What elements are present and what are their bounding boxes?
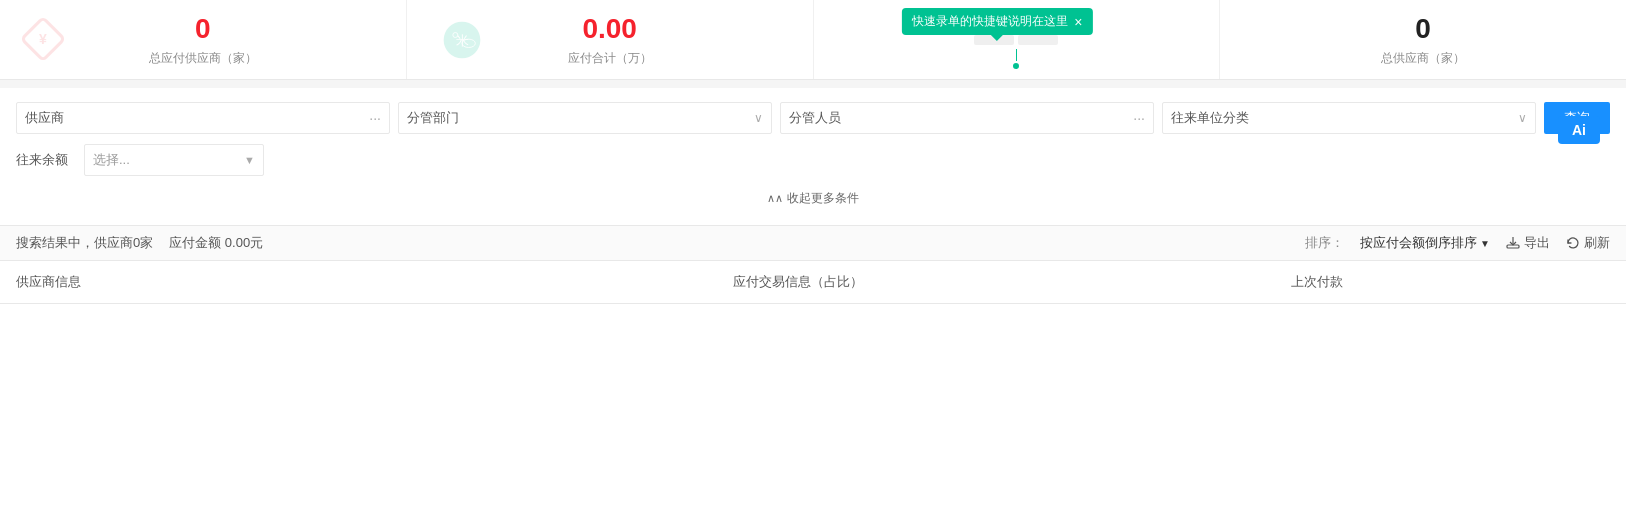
supplier-label: 供应商 bbox=[25, 109, 64, 127]
diamond-icon: ¥ bbox=[20, 16, 68, 64]
supplier-input[interactable] bbox=[72, 111, 369, 126]
export-label: 导出 bbox=[1524, 234, 1550, 252]
stat-payable-total: 米 0.00 应付合计（万） bbox=[407, 0, 814, 79]
balance-arrow-icon: ▼ bbox=[244, 154, 255, 166]
svg-text:米: 米 bbox=[455, 33, 468, 48]
piggy-icon: 米 bbox=[437, 15, 487, 65]
sort-label: 排序： bbox=[1305, 234, 1344, 252]
balance-select[interactable]: 选择... ▼ bbox=[84, 144, 264, 176]
department-input[interactable] bbox=[467, 111, 754, 126]
collapse-section: ∧∧ 收起更多条件 bbox=[16, 180, 1610, 225]
tooltip-bubble: 快速录单的快捷键说明在这里 × bbox=[902, 8, 1092, 35]
results-actions: 排序： 按应付会额倒序排序 ▼ 导出 刷新 bbox=[1305, 234, 1610, 252]
supplier-dots-icon[interactable]: ··· bbox=[369, 110, 381, 126]
export-icon bbox=[1506, 236, 1520, 250]
stat-total-suppliers-label: 总供应商（家） bbox=[1381, 50, 1465, 67]
stat-total-suppliers-number: 0 bbox=[1415, 12, 1431, 46]
export-button[interactable]: 导出 bbox=[1506, 234, 1550, 252]
unit-category-label: 往来单位分类 bbox=[1171, 109, 1249, 127]
tooltip-text: 快速录单的快捷键说明在这里 bbox=[912, 13, 1068, 30]
sort-arrow-icon: ▼ bbox=[1480, 238, 1490, 249]
stats-bar: ¥ 0 总应付供应商（家） 米 0.00 应付合计（万） 快速录单的快捷键说明在… bbox=[0, 0, 1626, 80]
table-col-last-payment: 上次付款 bbox=[1291, 273, 1610, 291]
balance-label: 往来余额 bbox=[16, 151, 68, 169]
stat-placeholder: 快速录单的快捷键说明在这里 × bbox=[814, 0, 1221, 79]
results-bar: 搜索结果中，供应商0家 应付金额 0.00元 排序： 按应付会额倒序排序 ▼ 导… bbox=[0, 226, 1626, 261]
table-col-payable-info: 应付交易信息（占比） bbox=[733, 273, 1291, 291]
payable-amount: 应付金额 0.00元 bbox=[169, 234, 263, 252]
unit-category-arrow-icon[interactable]: ∨ bbox=[1518, 111, 1527, 125]
stat-payable-suppliers-label: 总应付供应商（家） bbox=[149, 50, 257, 67]
stat-payable-total-number: 0.00 bbox=[582, 12, 637, 46]
stat-payable-total-label: 应付合计（万） bbox=[568, 50, 652, 67]
sort-select[interactable]: 按应付会额倒序排序 ▼ bbox=[1360, 234, 1490, 252]
table-header: 供应商信息 应付交易信息（占比） 上次付款 bbox=[0, 261, 1626, 304]
collapse-label: 收起更多条件 bbox=[787, 190, 859, 207]
collapse-button[interactable]: ∧∧ 收起更多条件 bbox=[767, 184, 859, 217]
collapse-up-icon: ∧∧ bbox=[767, 192, 783, 205]
refresh-label: 刷新 bbox=[1584, 234, 1610, 252]
tooltip-close-icon[interactable]: × bbox=[1074, 15, 1082, 29]
table-body bbox=[0, 304, 1626, 515]
balance-filter: 往来余额 选择... ▼ bbox=[16, 144, 264, 176]
stat-payable-suppliers-number: 0 bbox=[195, 12, 211, 46]
ai-label: Ai bbox=[1572, 122, 1586, 138]
refresh-icon bbox=[1566, 236, 1580, 250]
manager-filter: 分管人员 ··· bbox=[780, 102, 1154, 134]
supplier-filter: 供应商 ··· bbox=[16, 102, 390, 134]
ai-button[interactable]: Ai bbox=[1558, 116, 1600, 144]
department-arrow-icon[interactable]: ∨ bbox=[754, 111, 763, 125]
department-filter: 分管部门 ∨ bbox=[398, 102, 772, 134]
supplier-count: 搜索结果中，供应商0家 bbox=[16, 234, 153, 252]
manager-input[interactable] bbox=[849, 111, 1133, 126]
department-label: 分管部门 bbox=[407, 109, 459, 127]
stat-total-suppliers: 0 总供应商（家） bbox=[1220, 0, 1626, 79]
unit-category-filter: 往来单位分类 ∨ bbox=[1162, 102, 1536, 134]
manager-dots-icon[interactable]: ··· bbox=[1133, 110, 1145, 126]
table-col-supplier-info: 供应商信息 bbox=[16, 273, 733, 291]
refresh-button[interactable]: 刷新 bbox=[1566, 234, 1610, 252]
manager-label: 分管人员 bbox=[789, 109, 841, 127]
filter-area: 供应商 ··· 分管部门 ∨ 分管人员 ··· 往来单位分类 ∨ 查询 往来余额 bbox=[0, 88, 1626, 226]
balance-placeholder: 选择... bbox=[93, 151, 244, 169]
results-info: 搜索结果中，供应商0家 应付金额 0.00元 bbox=[16, 234, 263, 252]
stat-payable-suppliers: ¥ 0 总应付供应商（家） bbox=[0, 0, 407, 79]
unit-category-input[interactable] bbox=[1257, 111, 1518, 126]
svg-text:¥: ¥ bbox=[39, 31, 47, 47]
